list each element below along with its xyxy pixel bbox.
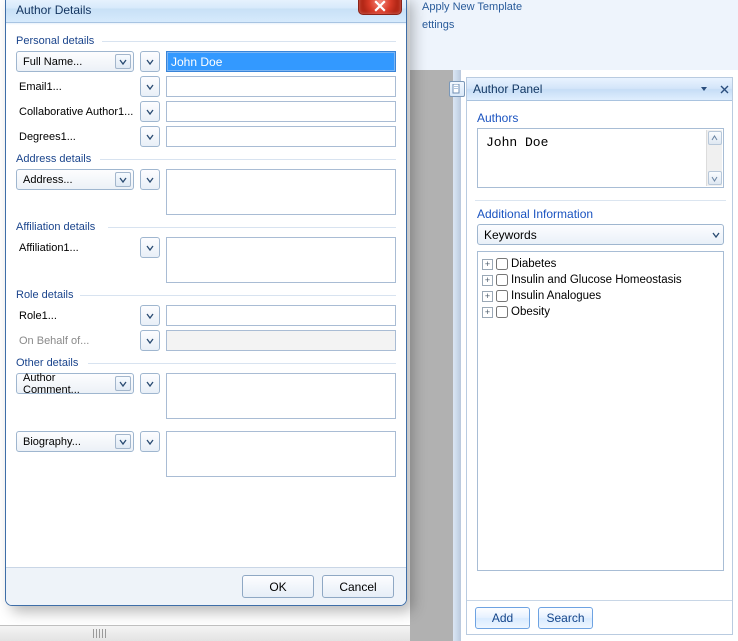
section-other: Other details xyxy=(16,357,396,369)
document-icon xyxy=(452,84,462,94)
author-panel: Author Panel Authors John Doe Additional… xyxy=(466,77,733,635)
tree-checkbox[interactable] xyxy=(496,290,508,302)
tree-checkbox[interactable] xyxy=(496,306,508,318)
degrees-input[interactable] xyxy=(166,126,396,147)
close-icon xyxy=(374,0,386,12)
biography-textarea[interactable] xyxy=(166,431,396,477)
chevron-down-icon xyxy=(115,434,131,449)
address-dropdown-button[interactable]: Address... xyxy=(16,169,134,190)
dialog-footer: OK Cancel xyxy=(6,567,406,605)
keywords-select[interactable]: Keywords xyxy=(477,224,724,245)
section-address: Address details xyxy=(16,153,396,165)
affiliation-label: Affiliation1... xyxy=(16,237,134,258)
tree-checkbox[interactable] xyxy=(496,258,508,270)
panel-footer: Add Search xyxy=(467,600,732,634)
degrees-label: Degrees1... xyxy=(16,126,134,147)
splitter[interactable] xyxy=(453,70,461,641)
tree-row[interactable]: + Insulin and Glucose Homeostasis xyxy=(482,272,719,288)
degrees-dropdown[interactable] xyxy=(140,126,160,147)
collab-dropdown[interactable] xyxy=(140,101,160,122)
scroll-up-icon[interactable] xyxy=(708,131,722,145)
biography-dropdown-button[interactable]: Biography... xyxy=(16,431,134,452)
affiliation-dropdown[interactable] xyxy=(140,237,160,258)
full-name-input[interactable] xyxy=(166,51,396,72)
keywords-tree[interactable]: + Diabetes + Insulin and Glucose Homeostasi… xyxy=(477,251,724,571)
add-button[interactable]: Add xyxy=(475,607,530,629)
collab-input[interactable] xyxy=(166,101,396,122)
role-dropdown[interactable] xyxy=(140,305,160,326)
tree-checkbox[interactable] xyxy=(496,274,508,286)
tree-row[interactable]: + Diabetes xyxy=(482,256,719,272)
authors-title: Authors xyxy=(477,111,724,125)
expand-icon[interactable]: + xyxy=(482,259,493,270)
additional-info-title: Additional Information xyxy=(477,207,724,221)
tree-label: Insulin Analogues xyxy=(511,290,601,302)
role-input[interactable] xyxy=(166,305,396,326)
chevron-down-icon xyxy=(115,54,131,69)
panel-title: Author Panel xyxy=(473,82,542,96)
tree-label: Insulin and Glucose Homeostasis xyxy=(511,274,682,286)
author-comment-dropdown-button[interactable]: Author Comment... xyxy=(16,373,134,394)
expand-icon[interactable]: + xyxy=(482,275,493,286)
cancel-button[interactable]: Cancel xyxy=(322,575,394,598)
on-behalf-input xyxy=(166,330,396,351)
search-button[interactable]: Search xyxy=(538,607,593,629)
full-name-label: Full Name... xyxy=(23,56,82,68)
on-behalf-dropdown[interactable] xyxy=(140,330,160,351)
close-button[interactable] xyxy=(358,0,402,15)
email-input[interactable] xyxy=(166,76,396,97)
affiliation-textarea[interactable] xyxy=(166,237,396,283)
biography-label: Biography... xyxy=(23,436,81,448)
expand-icon[interactable]: + xyxy=(482,307,493,318)
expand-icon[interactable]: + xyxy=(482,291,493,302)
chevron-down-icon xyxy=(115,172,131,187)
ok-button[interactable]: OK xyxy=(242,575,314,598)
author-list-item[interactable]: John Doe xyxy=(486,135,548,150)
email-label: Email1... xyxy=(16,76,134,97)
chevron-down-icon xyxy=(115,376,131,391)
section-affiliation: Affiliation details xyxy=(16,221,396,233)
ribbon-item[interactable]: Apply New Template xyxy=(422,1,522,13)
authors-listbox[interactable]: John Doe xyxy=(477,128,724,188)
ribbon-item[interactable]: ettings xyxy=(422,19,454,31)
bottom-scrollbar[interactable] xyxy=(0,625,410,641)
full-name-dropdown-button[interactable]: Full Name... xyxy=(16,51,134,72)
chevron-down-icon xyxy=(712,228,720,242)
tree-row[interactable]: + Obesity xyxy=(482,304,719,320)
author-details-dialog: Author Details Personal details Full Nam… xyxy=(5,0,407,606)
email-dropdown[interactable] xyxy=(140,76,160,97)
address-textarea[interactable] xyxy=(166,169,396,215)
tree-row[interactable]: + Insulin Analogues xyxy=(482,288,719,304)
keywords-select-label: Keywords xyxy=(484,228,537,242)
tree-label: Diabetes xyxy=(511,258,556,270)
dialog-title: Author Details xyxy=(16,1,358,17)
author-comment-label: Author Comment... xyxy=(23,372,115,396)
biography-extra-dropdown[interactable] xyxy=(140,431,160,452)
panel-icon[interactable] xyxy=(449,81,465,97)
address-label: Address... xyxy=(23,174,73,186)
panel-close-button[interactable] xyxy=(716,81,732,97)
authors-scrollbar[interactable] xyxy=(706,130,722,186)
section-role: Role details xyxy=(16,289,396,301)
titlebar: Author Details xyxy=(6,0,406,23)
on-behalf-label: On Behalf of... xyxy=(16,330,134,351)
panel-titlebar: Author Panel xyxy=(467,78,732,101)
collab-label: Collaborative Author1... xyxy=(16,101,134,122)
scroll-down-icon[interactable] xyxy=(708,171,722,185)
author-comment-extra-dropdown[interactable] xyxy=(140,373,160,394)
tree-label: Obesity xyxy=(511,306,550,318)
role-label: Role1... xyxy=(16,305,134,326)
section-personal: Personal details xyxy=(16,35,396,47)
full-name-extra-dropdown[interactable] xyxy=(140,51,160,72)
address-extra-dropdown[interactable] xyxy=(140,169,160,190)
panel-menu-dropdown[interactable] xyxy=(696,81,712,97)
divider xyxy=(475,200,726,201)
ribbon-background: Apply New Template ettings xyxy=(410,0,738,70)
author-comment-textarea[interactable] xyxy=(166,373,396,419)
